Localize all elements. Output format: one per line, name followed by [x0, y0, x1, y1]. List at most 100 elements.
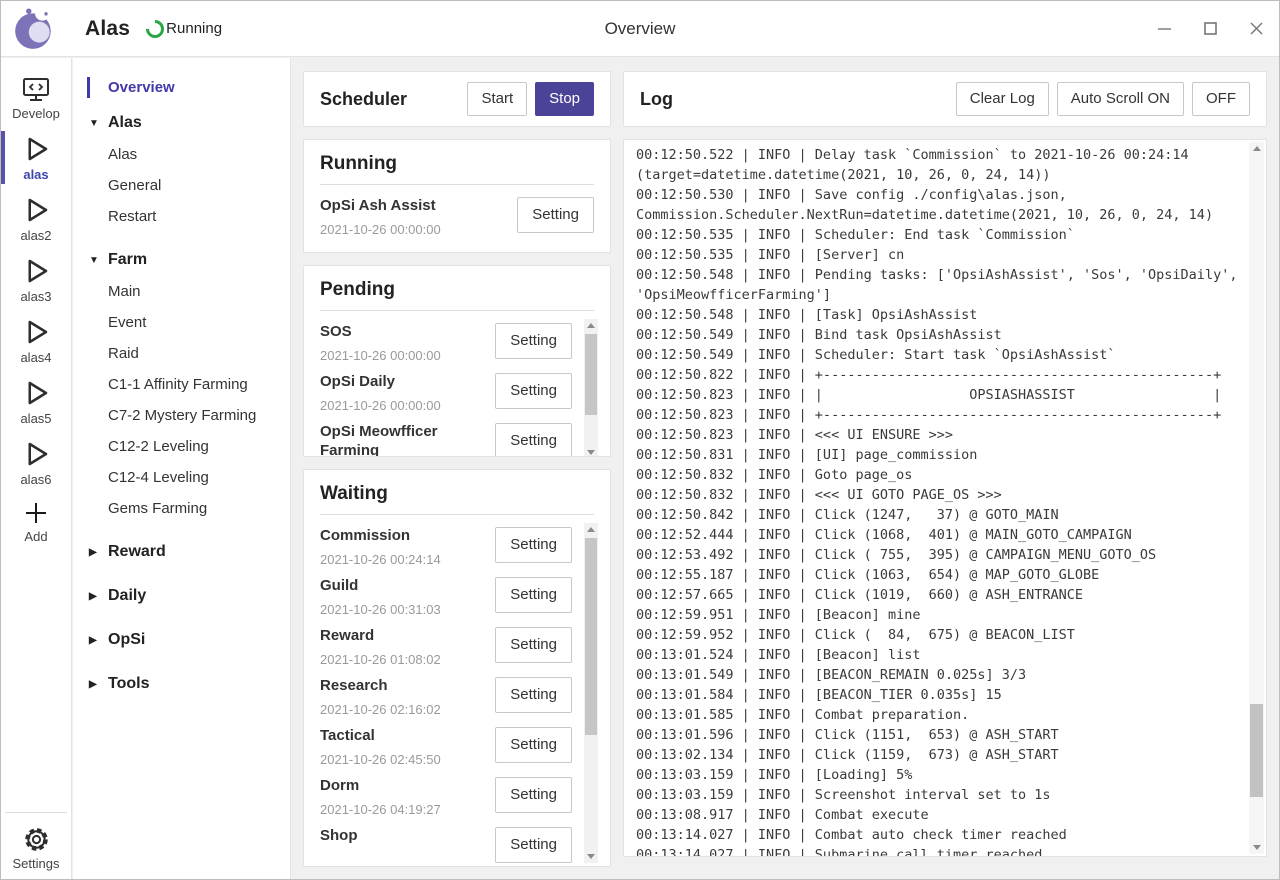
rail-item-instance[interactable]: alas5: [1, 371, 71, 432]
nav-item-label: Gems Farming: [108, 500, 207, 517]
task-setting-button[interactable]: Setting: [495, 727, 572, 763]
nav-item-label: General: [108, 177, 161, 194]
title-bar: Alas Running Overview: [1, 1, 1279, 57]
task-setting-button[interactable]: Setting: [495, 577, 572, 613]
nav-item[interactable]: C1-1 Affinity Farming: [73, 369, 290, 400]
scroll-down-icon[interactable]: [584, 850, 598, 863]
nav-item[interactable]: Event: [73, 307, 290, 338]
nav-item-label: C7-2 Mystery Farming: [108, 407, 256, 424]
scheduler-status: Running: [146, 20, 222, 38]
play-icon: [21, 256, 51, 286]
nav-item[interactable]: Restart: [73, 201, 290, 232]
task-setting-button[interactable]: Setting: [495, 323, 572, 359]
maximize-button[interactable]: [1187, 9, 1233, 49]
task-setting-button[interactable]: Setting: [495, 627, 572, 663]
nav-item[interactable]: ▶ Reward: [73, 536, 290, 568]
rail-item-settings[interactable]: Settings: [1, 819, 71, 879]
scroll-up-icon[interactable]: [584, 319, 598, 332]
scrollbar-thumb[interactable]: [585, 538, 597, 735]
nav-item[interactable]: ▶ Daily: [73, 580, 290, 612]
task-name: Dorm: [320, 777, 441, 796]
scheduler-panel-header: Scheduler Start Stop: [303, 71, 611, 127]
log-line: Commission.Scheduler.NextRun=datetime.da…: [636, 205, 1240, 225]
log-line: 'OpsiMeowfficerFarming']: [636, 285, 1240, 305]
nav-item[interactable]: C7-2 Mystery Farming: [73, 400, 290, 431]
task-next-run-time: 2021-10-26 00:31:03: [320, 602, 441, 617]
nav-item-label: C1-1 Affinity Farming: [108, 376, 248, 393]
task-setting-button[interactable]: Setting: [517, 197, 594, 233]
waiting-section: Waiting Commission 2021-10-26 00:24:14 S…: [303, 469, 611, 867]
nav-item[interactable]: Gems Farming: [73, 493, 290, 524]
nav-item[interactable]: Overview: [73, 72, 290, 103]
log-line: 00:12:50.535 | INFO | Scheduler: End tas…: [636, 225, 1240, 245]
scroll-down-icon[interactable]: [584, 446, 598, 457]
rail-item-instance[interactable]: alas6: [1, 432, 71, 493]
waiting-section-title: Waiting: [320, 483, 594, 515]
scroll-up-icon[interactable]: [1249, 142, 1264, 155]
log-output[interactable]: 00:12:50.522 | INFO | Delay task `Commis…: [623, 139, 1267, 857]
nav-item[interactable]: General: [73, 170, 290, 201]
pending-scrollbar[interactable]: [584, 319, 598, 457]
task-row: Research 2021-10-26 02:16:02 Setting: [320, 669, 594, 719]
log-line: 00:12:50.842 | INFO | Click (1247, 37) @…: [636, 505, 1240, 525]
waiting-task-list[interactable]: Commission 2021-10-26 00:24:14 Setting G…: [320, 515, 594, 867]
task-setting-button[interactable]: Setting: [495, 527, 572, 563]
task-setting-button[interactable]: Setting: [495, 827, 572, 863]
play-icon: [21, 378, 51, 408]
scroll-up-icon[interactable]: [584, 523, 598, 536]
nav-item[interactable]: ▼ Alas: [73, 107, 290, 139]
pending-task-list[interactable]: SOS 2021-10-26 00:00:00 Setting OpSi Dai…: [320, 311, 594, 457]
nav-item[interactable]: ▶ OpSi: [73, 624, 290, 656]
log-line: 00:12:50.535 | INFO | [Server] cn: [636, 245, 1240, 265]
auto-scroll-on-button[interactable]: Auto Scroll ON: [1057, 82, 1184, 116]
task-setting-button[interactable]: Setting: [495, 677, 572, 713]
nav-item-label: Reward: [108, 543, 166, 561]
log-line: 00:13:01.549 | INFO | [BEACON_REMAIN 0.0…: [636, 665, 1240, 685]
nav-item-label: Alas: [108, 114, 142, 132]
start-button[interactable]: Start: [467, 82, 527, 116]
log-line: 00:12:50.832 | INFO | Goto page_os: [636, 465, 1240, 485]
scrollbar-thumb[interactable]: [1250, 704, 1263, 797]
nav-expand-arrow-icon: ▶: [89, 591, 97, 602]
nav-item[interactable]: ▶ Tools: [73, 668, 290, 700]
task-setting-button[interactable]: Setting: [495, 777, 572, 813]
task-row: Tactical 2021-10-26 02:45:50 Setting: [320, 719, 594, 769]
nav-item[interactable]: C12-2 Leveling: [73, 431, 290, 462]
log-line: 00:12:50.823 | INFO | <<< UI ENSURE >>>: [636, 425, 1240, 445]
task-row: OpSi Daily 2021-10-26 00:00:00 Setting: [320, 365, 594, 415]
minimize-button[interactable]: [1141, 9, 1187, 49]
nav-item[interactable]: Alas: [73, 139, 290, 170]
log-line: 00:12:53.492 | INFO | Click ( 755, 395) …: [636, 545, 1240, 565]
nav-item[interactable]: Raid: [73, 338, 290, 369]
log-line: 00:12:50.548 | INFO | Pending tasks: ['O…: [636, 265, 1240, 285]
scrollbar-thumb[interactable]: [585, 334, 597, 415]
rail-divider: [5, 812, 67, 813]
nav-item[interactable]: C12-4 Leveling: [73, 462, 290, 493]
rail-item-instance[interactable]: alas: [1, 127, 71, 188]
stop-button[interactable]: Stop: [535, 82, 594, 116]
task-setting-button[interactable]: Setting: [495, 373, 572, 409]
waiting-scrollbar[interactable]: [584, 523, 598, 863]
nav-item-label: OpSi: [108, 631, 145, 649]
nav-item-label: Restart: [108, 208, 156, 225]
rail-item-instance[interactable]: alas4: [1, 310, 71, 371]
nav-item[interactable]: Main: [73, 276, 290, 307]
nav-item-label: Farm: [108, 251, 147, 269]
log-line: 00:12:59.952 | INFO | Click ( 84, 675) @…: [636, 625, 1240, 645]
instance-rail: Develop alas alas2 alas3 alas4: [1, 58, 72, 879]
scroll-down-icon[interactable]: [1249, 841, 1264, 854]
task-row: OpSi Ash Assist 2021-10-26 00:00:00 Sett…: [320, 189, 594, 239]
rail-item-develop[interactable]: Develop: [1, 70, 71, 127]
nav-item-label: Event: [108, 314, 146, 331]
auto-scroll-off-button[interactable]: OFF: [1192, 82, 1250, 116]
clear-log-button[interactable]: Clear Log: [956, 82, 1049, 116]
close-button[interactable]: [1233, 9, 1279, 49]
task-next-run-time: 2021-10-26 04:19:27: [320, 802, 441, 817]
log-line: 00:13:03.159 | INFO | [Loading] 5%: [636, 765, 1240, 785]
rail-item-add[interactable]: Add: [1, 493, 71, 550]
nav-item[interactable]: ▼ Farm: [73, 244, 290, 276]
log-scrollbar[interactable]: [1249, 142, 1264, 854]
rail-item-instance[interactable]: alas3: [1, 249, 71, 310]
task-setting-button[interactable]: Setting: [495, 423, 572, 457]
rail-item-instance[interactable]: alas2: [1, 188, 71, 249]
